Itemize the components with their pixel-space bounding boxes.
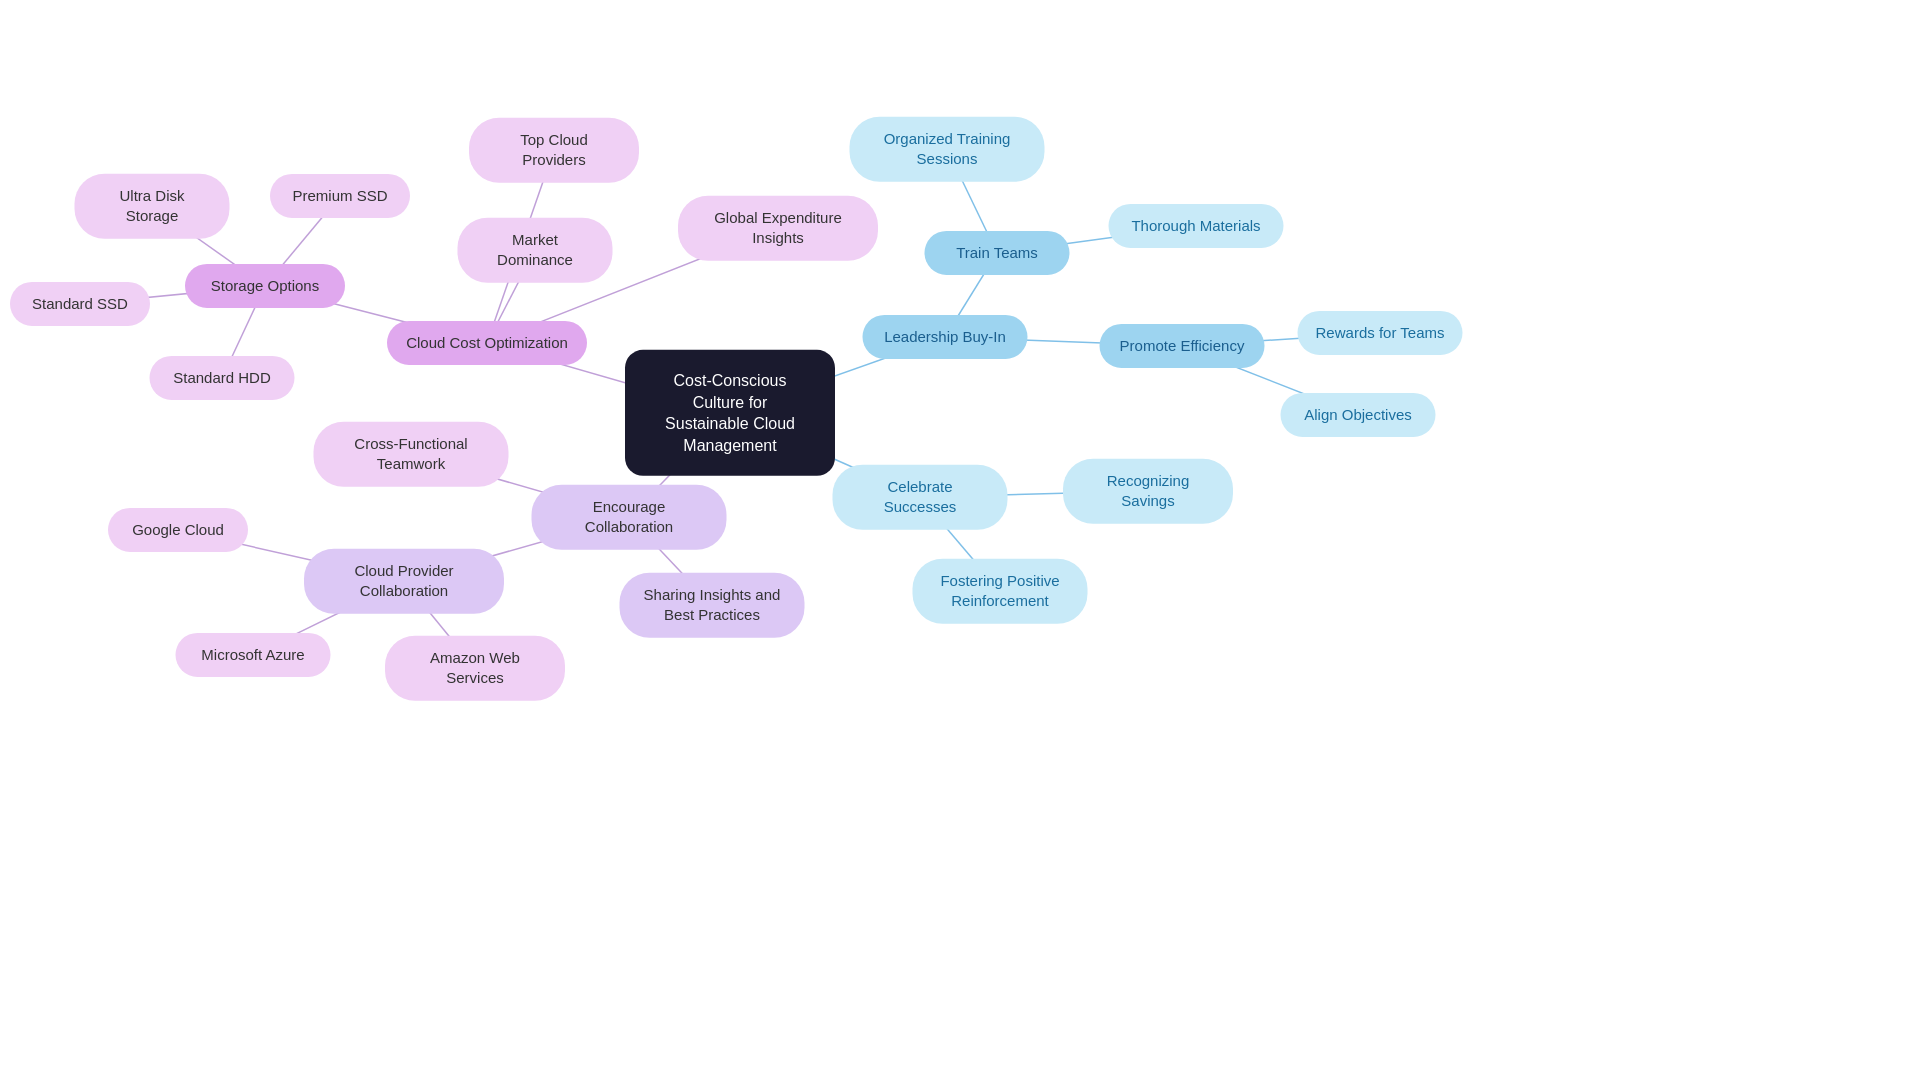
cloud-provider-collab-node[interactable]: Cloud Provider Collaboration: [304, 549, 504, 614]
global-expenditure-node[interactable]: Global Expenditure Insights: [678, 196, 878, 261]
storage-options-node[interactable]: Storage Options: [185, 264, 345, 308]
rewards-for-teams-node[interactable]: Rewards for Teams: [1298, 311, 1463, 355]
mindmap-container: Cost-Conscious Culture forSustainable Cl…: [0, 0, 1920, 1083]
organized-training-node[interactable]: Organized Training Sessions: [850, 117, 1045, 182]
cloud-cost-opt-node[interactable]: Cloud Cost Optimization: [387, 321, 587, 365]
promote-efficiency-node[interactable]: Promote Efficiency: [1100, 324, 1265, 368]
ultra-disk-node[interactable]: Ultra Disk Storage: [75, 174, 230, 239]
standard-ssd-node[interactable]: Standard SSD: [10, 282, 150, 326]
align-objectives-node[interactable]: Align Objectives: [1281, 393, 1436, 437]
google-cloud-node[interactable]: Google Cloud: [108, 508, 248, 552]
market-dominance-node[interactable]: Market Dominance: [458, 218, 613, 283]
fostering-positive-node[interactable]: Fostering Positive Reinforcement: [913, 559, 1088, 624]
train-teams-node[interactable]: Train Teams: [925, 231, 1070, 275]
recognizing-savings-node[interactable]: Recognizing Savings: [1063, 459, 1233, 524]
encourage-collab-node[interactable]: Encourage Collaboration: [532, 485, 727, 550]
thorough-materials-node[interactable]: Thorough Materials: [1109, 204, 1284, 248]
sharing-insights-node[interactable]: Sharing Insights and Best Practices: [620, 573, 805, 638]
leadership-buyin-node[interactable]: Leadership Buy-In: [863, 315, 1028, 359]
center-node[interactable]: Cost-Conscious Culture forSustainable Cl…: [625, 350, 835, 476]
top-cloud-providers-node[interactable]: Top Cloud Providers: [469, 118, 639, 183]
cross-functional-node[interactable]: Cross-Functional Teamwork: [314, 422, 509, 487]
microsoft-azure-node[interactable]: Microsoft Azure: [176, 633, 331, 677]
standard-hdd-node[interactable]: Standard HDD: [150, 356, 295, 400]
premium-ssd-node[interactable]: Premium SSD: [270, 174, 410, 218]
amazon-web-services-node[interactable]: Amazon Web Services: [385, 636, 565, 701]
celebrate-successes-node[interactable]: Celebrate Successes: [833, 465, 1008, 530]
